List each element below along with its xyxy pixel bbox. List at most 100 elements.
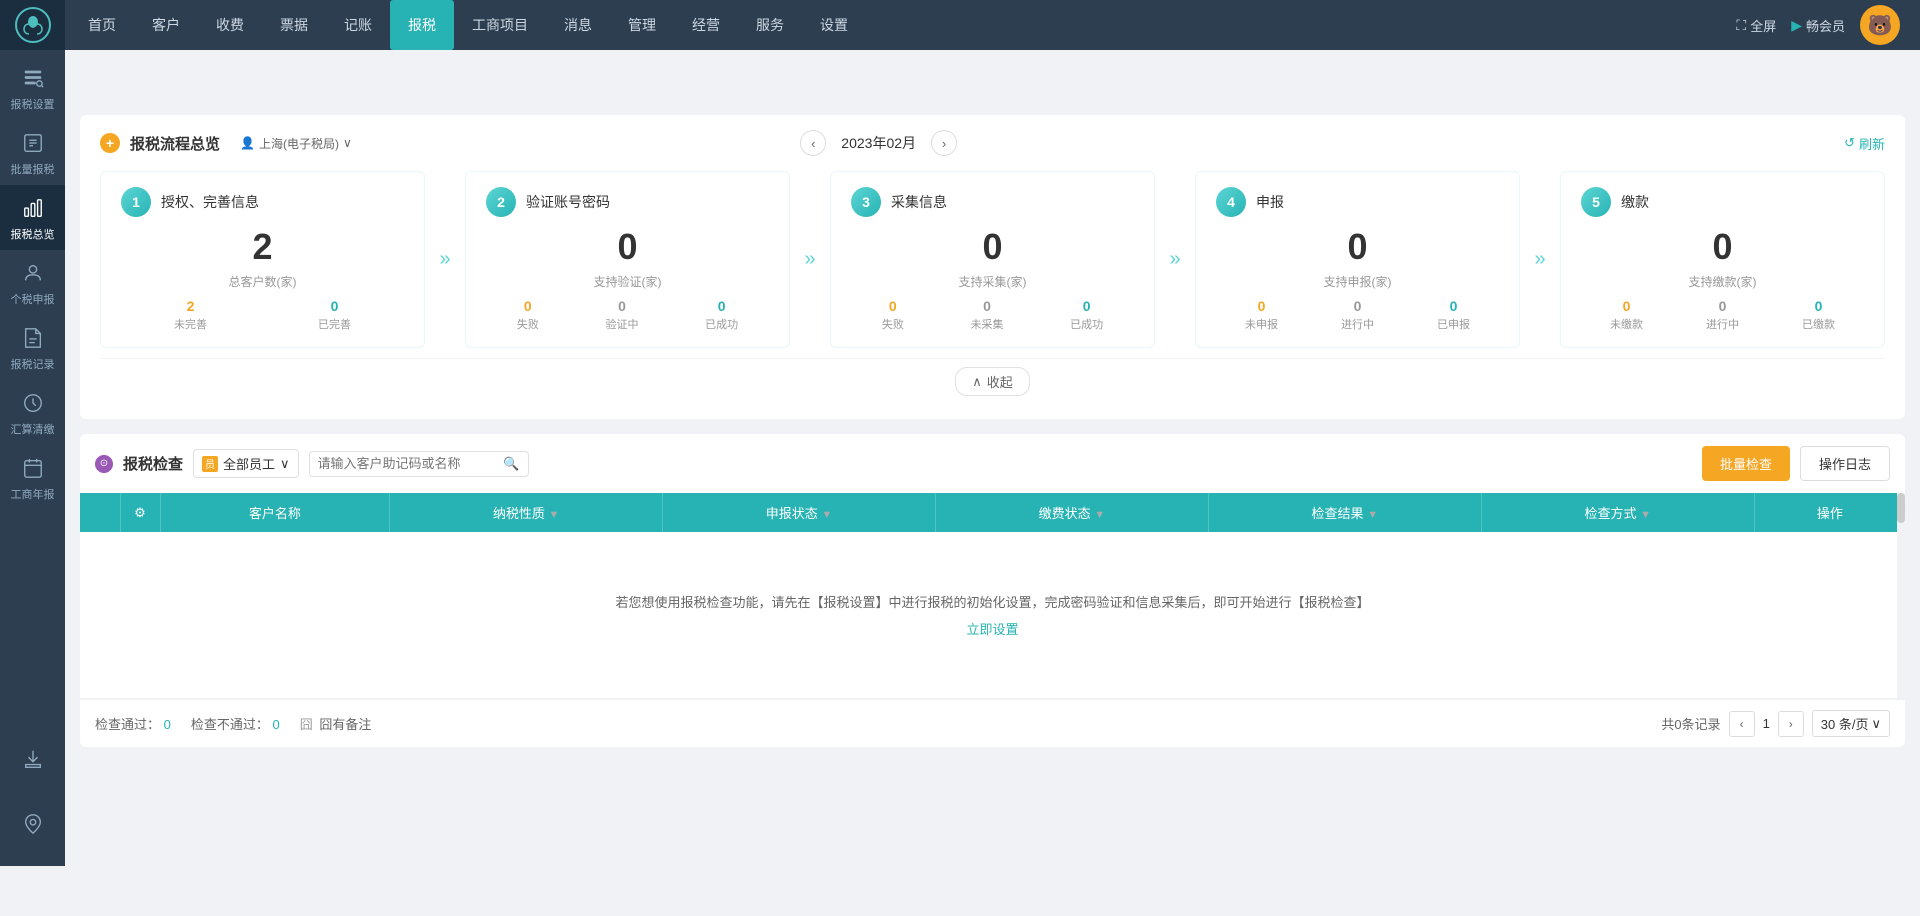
tax-settings-icon [19,64,47,92]
flow-stat-3-1: 0 未采集 [970,298,1003,332]
check-table: ⚙ 客户名称 纳税性质 ▼ 申报状态 ▼ 缴费状态 [80,493,1905,699]
nav-invoice[interactable]: 票据 [262,0,326,50]
flow-title-1: 授权、完善信息 [161,187,259,217]
flow-stat-label-3-1: 未采集 [970,316,1003,332]
flow-stat-label-4-1: 进行中 [1341,316,1374,332]
refresh-btn[interactable]: ↺ 刷新 [1844,134,1885,153]
staff-icon: 员 [202,456,218,472]
flow-stat-4-1: 0 进行中 [1341,298,1374,332]
nav-home[interactable]: 首页 [70,0,134,50]
fail-label: 检查不通过： [191,717,269,732]
empty-state: 若您想使用报税检查功能，请先在【报税设置】中进行报税的初始化设置，完成密码验证和… [92,542,1893,688]
sidebar-item-location[interactable] [0,791,65,856]
flow-stat-count-4-1: 0 [1354,298,1362,314]
note-stat: 囧 囧有备注 [300,714,372,733]
arrow-2: » [790,248,830,271]
nav-fee[interactable]: 收费 [198,0,262,50]
table-head: ⚙ 客户名称 纳税性质 ▼ 申报状态 ▼ 缴费状态 [80,493,1905,532]
table-header-row: ⚙ 客户名称 纳税性质 ▼ 申报状态 ▼ 缴费状态 [80,493,1905,532]
table-body: 若您想使用报税检查功能，请先在【报税设置】中进行报税的初始化设置，完成密码验证和… [80,532,1905,699]
filter-icon-declare[interactable]: ▼ [821,509,832,521]
flow-card-3: 3 采集信息 0 支持采集(家) 0 失败 0 未采集 0 [830,171,1155,348]
setup-link[interactable]: 立即设置 [966,619,1018,638]
vip-btn[interactable]: ▶ 畅会员 [1791,16,1845,35]
nav-manage[interactable]: 管理 [610,0,674,50]
next-month-btn[interactable]: › [931,130,957,156]
fullscreen-btn[interactable]: ⛶ 全屏 [1736,16,1776,35]
flow-stats-2: 0 失败 0 验证中 0 已成功 [486,298,769,332]
flow-stat-label-5-2: 已缴款 [1802,316,1835,332]
nav-service[interactable]: 服务 [738,0,802,50]
nav-bookkeeping[interactable]: 记账 [326,0,390,50]
nav-client[interactable]: 客户 [134,0,198,50]
flow-stat-label-5-1: 进行中 [1706,316,1739,332]
collapse-btn[interactable]: ∧ 收起 [955,367,1030,396]
flow-stat-label-3-2: 已成功 [1070,316,1103,332]
prev-month-btn[interactable]: ‹ [800,130,826,156]
flow-stat-2-1: 0 验证中 [605,298,638,332]
flow-sublabel-1: 总客户数(家) [121,273,404,290]
sidebar-item-annual-report[interactable]: 工商年报 [0,445,65,510]
flow-stat-label-4-2: 已申报 [1437,316,1470,332]
step-badge-2: 2 [486,187,516,217]
sidebar-label-personal-declare: 个税申报 [11,291,55,307]
check-title: 报税检查 [123,453,183,474]
staff-select[interactable]: 员 全部员工 ∨ [193,449,299,478]
filter-icon-method[interactable]: ▼ [1640,509,1651,521]
flow-title-5: 缴款 [1621,187,1649,217]
check-title-icon: ⊙ [95,455,113,473]
batch-check-btn[interactable]: 批量检查 [1702,446,1790,481]
sidebar-label-tax-records: 报税记录 [11,356,55,372]
flow-stat-5-1: 0 进行中 [1706,298,1739,332]
prev-page-btn[interactable]: ‹ [1729,711,1755,737]
flow-stat-label-3-0: 失败 [882,316,904,332]
nav-operation[interactable]: 经营 [674,0,738,50]
note-label: 囧有备注 [319,717,371,732]
sidebar-item-download[interactable] [0,726,65,791]
sidebar-item-tax-records[interactable]: 报税记录 [0,315,65,380]
nav-tax[interactable]: 报税 [390,0,454,50]
location-selector[interactable]: 👤 上海(电子税局) ∨ [240,135,352,152]
next-page-btn[interactable]: › [1778,711,1804,737]
vip-icon: ▶ [1791,17,1802,34]
empty-state-cell: 若您想使用报税检查功能，请先在【报税设置】中进行报税的初始化设置，完成密码验证和… [80,532,1905,699]
mascot[interactable]: 🐻 [1860,5,1900,45]
fullscreen-label: 全屏 [1750,16,1776,35]
select-all-checkbox[interactable] [93,506,107,520]
sidebar-item-tax-overview[interactable]: 报税总览 [0,185,65,250]
sidebar-label-tax-settings: 报税设置 [11,96,55,112]
sidebar-item-tax-settings[interactable]: 报税设置 [0,55,65,120]
pass-count[interactable]: 0 [164,717,171,732]
per-page-select[interactable]: 30 条/页 ∨ [1812,710,1890,737]
pass-label: 检查通过： [95,717,160,732]
settings-icon[interactable]: ⚙ [134,505,146,520]
filter-icon-pay[interactable]: ▼ [1094,509,1105,521]
nav-settings[interactable]: 设置 [802,0,866,50]
search-box[interactable]: 🔍 [309,451,529,477]
refresh-label: 刷新 [1859,134,1885,153]
search-icon[interactable]: 🔍 [503,456,519,472]
flow-stat-2-2: 0 已成功 [705,298,738,332]
flow-stats-3: 0 失败 0 未采集 0 已成功 [851,298,1134,332]
collapse-bar: ∧ 收起 [100,358,1885,404]
overview-title: 报税流程总览 [130,133,220,154]
search-input[interactable] [318,456,504,471]
filter-icon-tax-type[interactable]: ▼ [548,509,559,521]
flow-stat-count-4-2: 0 [1450,298,1458,314]
flow-stat-label-2-0: 失败 [517,316,539,332]
sidebar-item-batch-tax[interactable]: 批量报税 [0,120,65,185]
nav-message[interactable]: 消息 [546,0,610,50]
sidebar-bottom [0,726,65,856]
fail-count[interactable]: 0 [273,717,280,732]
location-icon [19,810,47,838]
flow-count-1: 2 [121,225,404,268]
flow-stat-1-0: 2 未完善 [174,298,207,332]
scrollbar-thumb[interactable] [1897,493,1905,523]
sidebar-item-personal-declare[interactable]: 个税申报 [0,250,65,315]
settlement-icon [19,389,47,417]
sidebar-item-settlement[interactable]: 汇算清缴 [0,380,65,445]
operation-log-btn[interactable]: 操作日志 [1800,446,1890,481]
nav-bizproject[interactable]: 工商项目 [454,0,546,50]
filter-icon-result[interactable]: ▼ [1367,509,1378,521]
flow-title-4: 申报 [1256,187,1284,217]
